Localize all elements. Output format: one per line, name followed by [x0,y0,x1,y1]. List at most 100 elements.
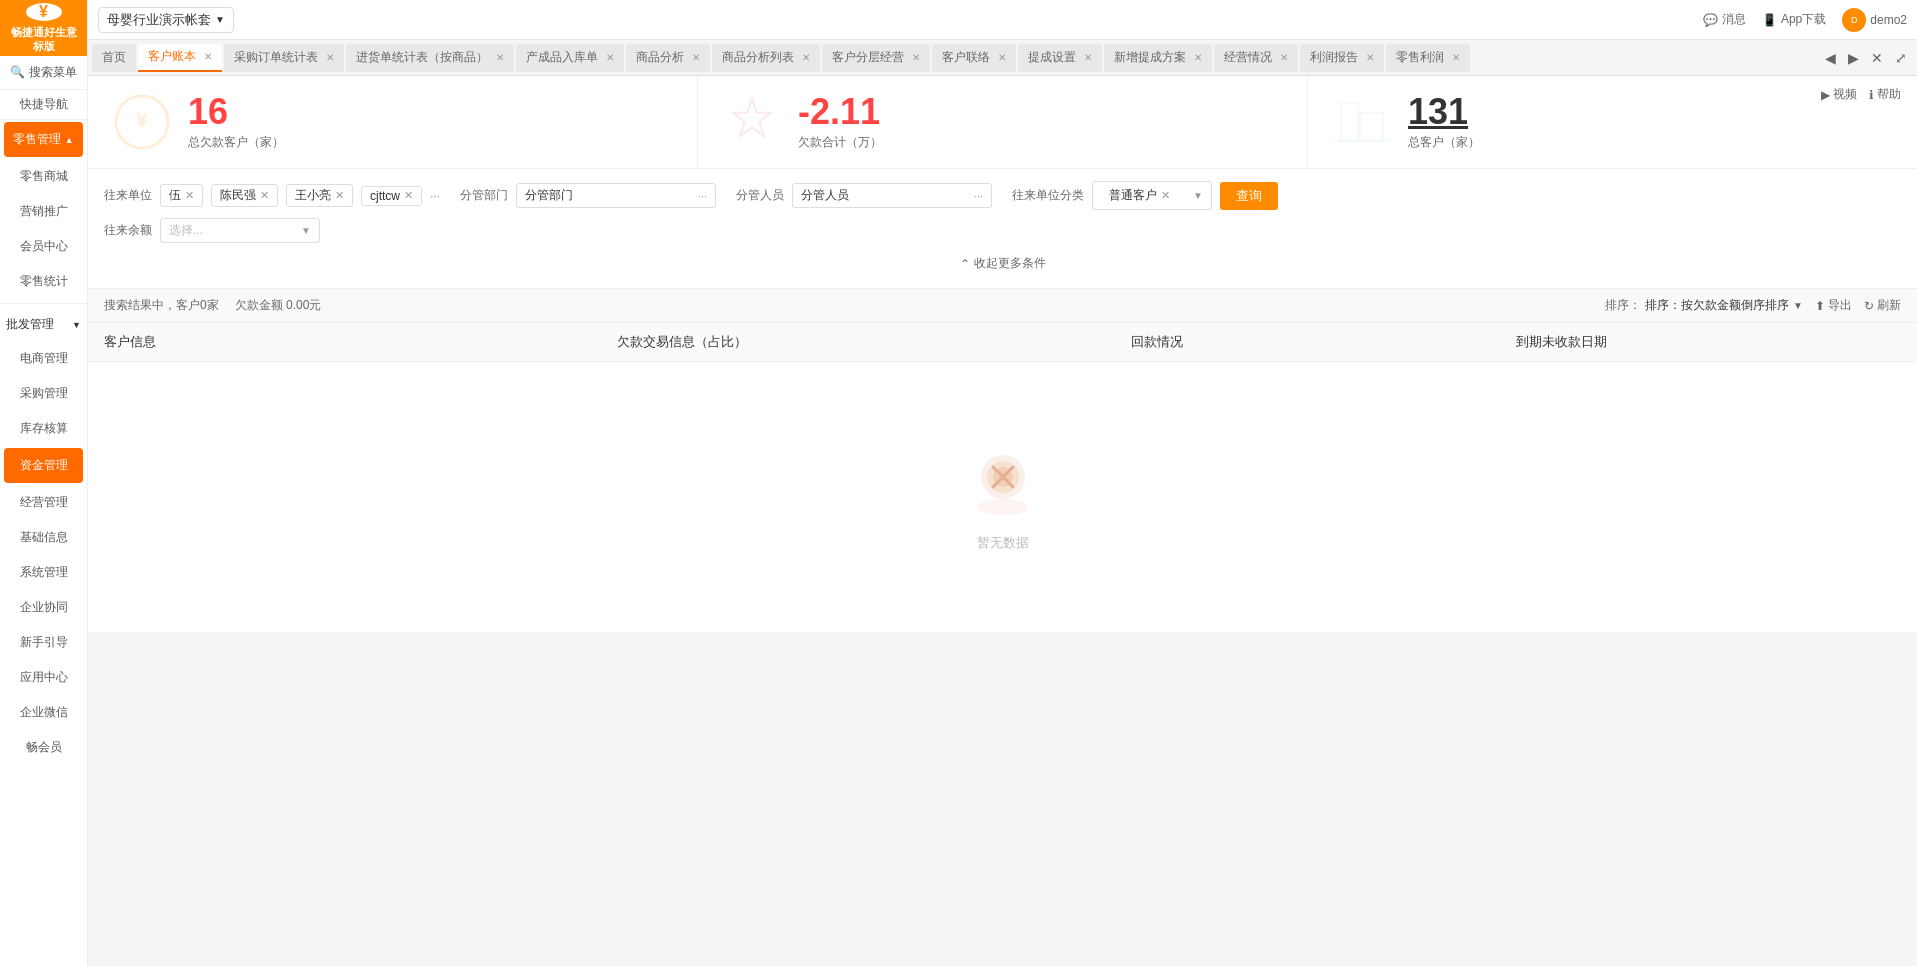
stat-content-3: 131 总客户（家） [1408,94,1480,151]
export-button[interactable]: ⬆ 导出 [1815,297,1852,314]
tab-close-icon[interactable]: ✕ [998,52,1006,63]
sidebar-item-retail-stats[interactable]: 零售统计 [0,264,87,299]
tab-close-icon[interactable]: ✕ [496,52,504,63]
account-name: 母婴行业演示帐套 [107,11,211,29]
sidebar-item-basic-info[interactable]: 基础信息 [0,520,87,555]
filter-tag-remove[interactable]: ✕ [185,189,194,202]
tab-customer-contact[interactable]: 客户联络 ✕ [932,44,1016,72]
filter-tag-unit-1[interactable]: 伍 ✕ [160,184,203,207]
app-logo: ¥ 畅捷通好生意 标版 [0,0,87,56]
tab-commission-setting[interactable]: 提成设置 ✕ [1018,44,1102,72]
tab-close-all[interactable]: ✕ [1865,46,1889,70]
filter-tag-category[interactable]: 普通客户 ✕ [1101,185,1178,206]
tab-profit-report[interactable]: 利润报告 ✕ [1300,44,1384,72]
sidebar-item-wholesale[interactable]: 批发管理 ▼ [0,308,87,341]
badge-icon [722,92,782,152]
tab-finished-goods[interactable]: 产成品入库单 ✕ [516,44,624,72]
sidebar-item-label: 库存核算 [20,421,68,435]
sidebar-item-ecommerce[interactable]: 电商管理 [0,341,87,376]
tab-close-icon[interactable]: ✕ [204,51,212,62]
filter-tag-remove[interactable]: ✕ [1161,189,1170,202]
filter-tag-unit-3[interactable]: 王小亮 ✕ [286,184,353,207]
tab-prev-arrow[interactable]: ◀ [1819,46,1842,70]
sidebar-item-operations[interactable]: 经营管理 [0,485,87,520]
tab-retail-profit[interactable]: 零售利润 ✕ [1386,44,1470,72]
filter-tag-unit-2[interactable]: 陈民强 ✕ [211,184,278,207]
filter-more-icon[interactable]: ··· [430,189,440,203]
tab-goods-analysis-list[interactable]: 商品分析列表 ✕ [712,44,820,72]
category-value: 普通客户 [1109,187,1157,204]
filter-tag-unit-4[interactable]: cjttcw ✕ [361,186,422,206]
download-button[interactable]: 📱 App下载 [1762,11,1826,28]
sidebar-item-retail-store[interactable]: 零售商城 [0,159,87,194]
tab-goods-analysis[interactable]: 商品分析 ✕ [626,44,710,72]
tab-inbound-stats[interactable]: 进货单统计表（按商品） ✕ [346,44,514,72]
tab-close-icon[interactable]: ✕ [1194,52,1202,63]
account-selector[interactable]: 母婴行业演示帐套 ▼ [98,7,234,33]
result-bar: 搜索结果中，客户0家 欠款金额 0.00元 排序： 排序：按欠款金额倒序排序 ▼… [88,289,1917,323]
chevron-down-icon: ··· [698,190,707,202]
tab-close-icon[interactable]: ✕ [692,52,700,63]
avatar-initial: D [1851,15,1858,25]
filter-tag-remove[interactable]: ✕ [404,189,413,202]
chevron-down-icon: ▼ [301,225,311,236]
video-button[interactable]: ▶ 视频 [1821,86,1857,103]
export-label: 导出 [1828,297,1852,314]
sort-button[interactable]: 排序： 排序：按欠款金额倒序排序 ▼ [1605,297,1803,314]
tab-next-arrow[interactable]: ▶ [1842,46,1865,70]
filter-dept-select[interactable]: 分管部门 ··· [516,183,716,208]
tab-label: 进货单统计表（按商品） [356,49,488,66]
filter-person-select[interactable]: 分管人员 ··· [792,183,992,208]
result-info: 搜索结果中，客户0家 欠款金额 0.00元 [104,297,321,314]
sidebar-item-enterprise-collab[interactable]: 企业协同 [0,590,87,625]
tab-close-icon[interactable]: ✕ [606,52,614,63]
sidebar-search[interactable]: 🔍 搜索菜单 [0,56,87,90]
sidebar-item-label: 营销推广 [20,204,68,218]
help-button[interactable]: ℹ 帮助 [1869,86,1901,103]
tab-home[interactable]: 首页 [92,44,136,72]
sidebar-item-enterprise-wechat[interactable]: 企业微信 [0,695,87,730]
filter-tag-remove[interactable]: ✕ [335,189,344,202]
sidebar-item-marketing[interactable]: 营销推广 [0,194,87,229]
tab-label: 首页 [102,49,126,66]
tabbar: 首页 客户账本 ✕ 采购订单统计表 ✕ 进货单统计表（按商品） ✕ 产成品入库单… [88,40,1917,76]
tab-close-icon[interactable]: ✕ [1084,52,1092,63]
sidebar-item-retail-manage[interactable]: 零售管理 ▲ [4,122,83,157]
tab-customer-layered[interactable]: 客户分层经营 ✕ [822,44,930,72]
refresh-icon: ↻ [1864,299,1874,313]
tab-close-icon[interactable]: ✕ [802,52,810,63]
tab-close-icon[interactable]: ✕ [1366,52,1374,63]
tab-operations[interactable]: 经营情况 ✕ [1214,44,1298,72]
user-avatar-area[interactable]: D demo2 [1842,8,1907,32]
sidebar-item-purchase[interactable]: 采购管理 [0,376,87,411]
sidebar-item-app-center[interactable]: 应用中心 [0,660,87,695]
sidebar-item-label: 应用中心 [20,670,68,684]
sidebar-item-new-guide[interactable]: 新手引导 [0,625,87,660]
tab-close-icon[interactable]: ✕ [1452,52,1460,63]
sidebar-quick-nav[interactable]: 快捷导航 [0,90,87,120]
app-title: 畅捷通好生意 [11,25,77,39]
tab-label: 客户分层经营 [832,49,904,66]
tab-close-icon[interactable]: ✕ [326,52,334,63]
tab-expand[interactable]: ⤢ [1889,46,1913,70]
filter-balance-select[interactable]: 选择... ▼ [160,218,320,243]
query-button[interactable]: 查询 [1220,182,1278,210]
tab-close-icon[interactable]: ✕ [1280,52,1288,63]
collapse-button[interactable]: ⌃ 收起更多条件 [948,251,1058,276]
filter-category-select[interactable]: 普通客户 ✕ ▼ [1092,181,1212,210]
tab-close-icon[interactable]: ✕ [912,52,920,63]
sidebar-item-inventory[interactable]: 库存核算 [0,411,87,446]
filter-tag-remove[interactable]: ✕ [260,189,269,202]
tab-purchase-order[interactable]: 采购订单统计表 ✕ [224,44,344,72]
sidebar-item-system[interactable]: 系统管理 [0,555,87,590]
tab-customer-ledger[interactable]: 客户账本 ✕ [138,44,222,72]
topbar: 母婴行业演示帐套 ▼ 💬 消息 📱 App下载 D demo2 [88,0,1917,40]
tab-label: 零售利润 [1396,49,1444,66]
message-button[interactable]: 💬 消息 [1703,11,1746,28]
table-header: 客户信息 欠款交易信息（占比） 回款情况 到期未收款日期 [88,323,1917,362]
sidebar-item-finance[interactable]: 资金管理 [4,448,83,483]
refresh-button[interactable]: ↻ 刷新 [1864,297,1901,314]
sidebar-item-membership[interactable]: 会员中心 [0,229,87,264]
tab-new-commission[interactable]: 新增提成方案 ✕ [1104,44,1212,72]
sidebar-item-member[interactable]: 畅会员 [0,730,87,765]
